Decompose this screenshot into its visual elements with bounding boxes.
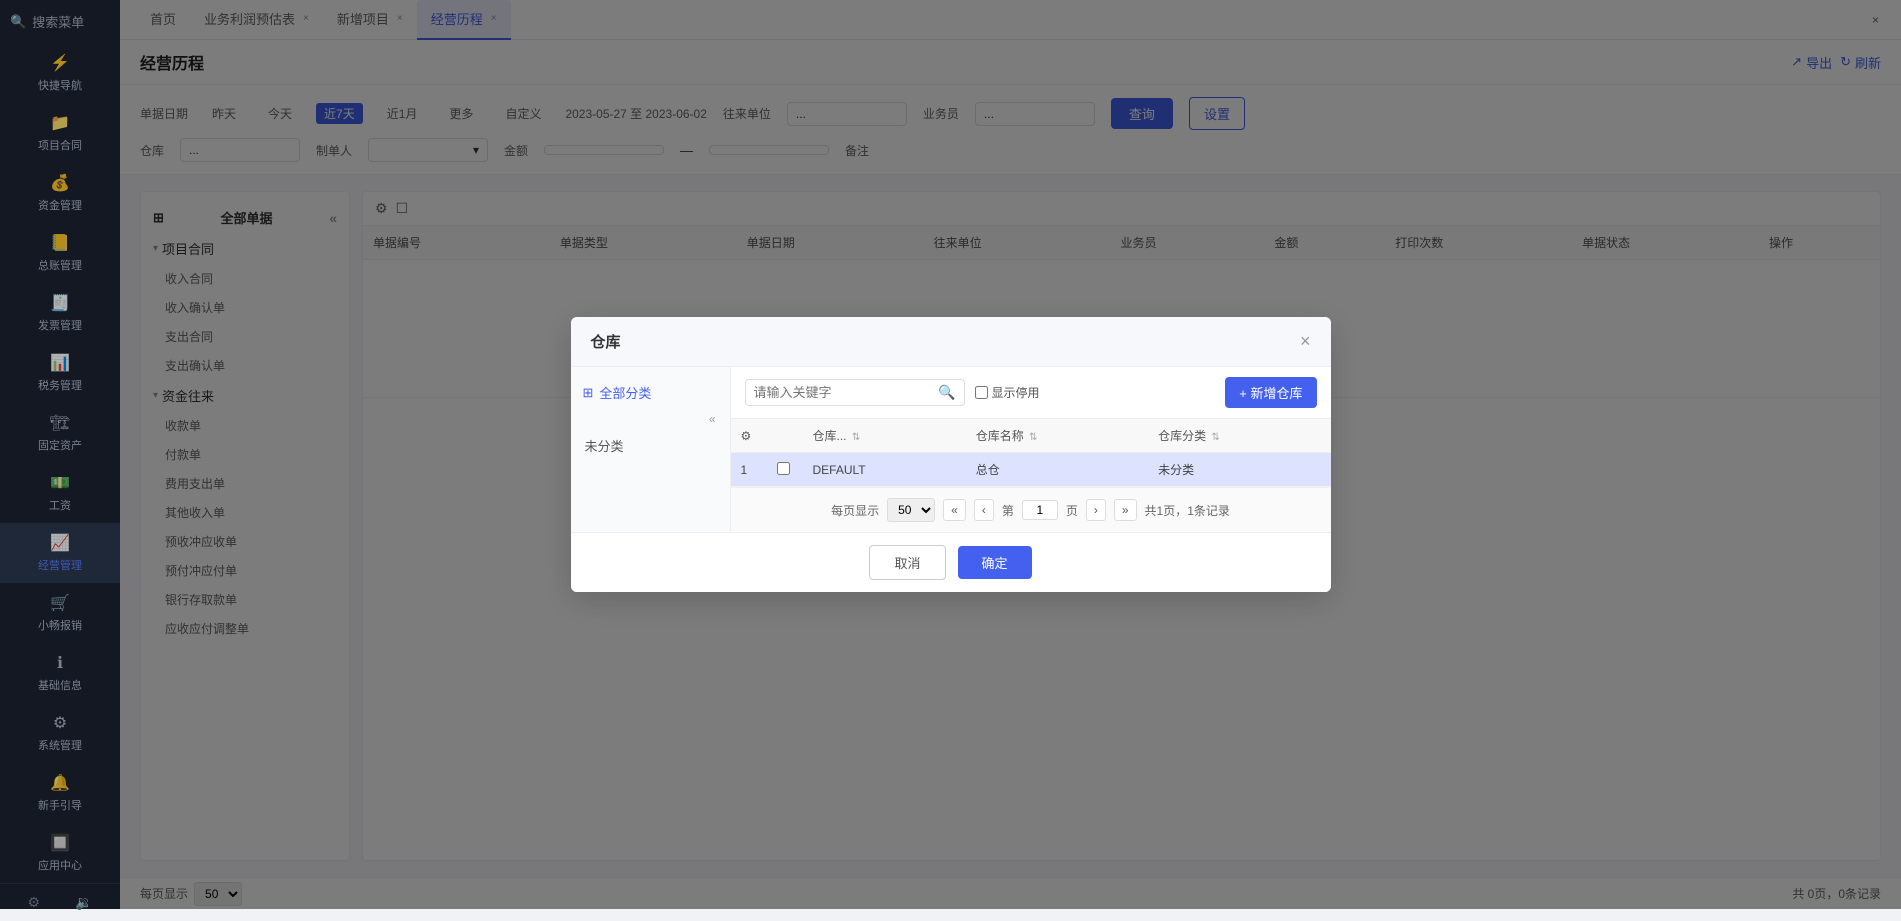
modal-confirm-button[interactable]: 确定 xyxy=(958,546,1032,579)
modal-page-suffix: 页 xyxy=(1066,502,1078,519)
modal-col-settings: ⚙ xyxy=(731,419,767,453)
add-warehouse-button[interactable]: + 新增仓库 xyxy=(1225,377,1316,408)
show-disabled-check[interactable] xyxy=(975,386,988,399)
warehouse-table-row[interactable]: 1 DEFAULT 总仓 未分类 xyxy=(731,453,1331,487)
modal-next-page[interactable]: › xyxy=(1086,499,1106,521)
modal-footer: 取消 确定 xyxy=(571,532,1331,592)
modal-col-category: 仓库分类 ⇅ xyxy=(1148,419,1330,453)
modal-all-categories-label: 全部分类 xyxy=(599,383,651,402)
category-sort-icon: ⇅ xyxy=(1211,432,1219,443)
modal-page-label: 第 xyxy=(1002,502,1014,519)
row-code: DEFAULT xyxy=(803,453,966,487)
modal-right-panel: 🔍 显示停用 + 新增仓库 ⚙ xyxy=(731,367,1331,532)
modal-close-button[interactable]: × xyxy=(1300,331,1311,352)
modal-warehouse-table: ⚙ 仓库... ⇅ 仓库名称 ⇅ 仓库分类 ⇅ xyxy=(731,419,1331,487)
warehouse-search-input[interactable] xyxy=(754,385,939,400)
show-disabled-label: 显示停用 xyxy=(992,384,1040,401)
row-checkbox[interactable] xyxy=(767,453,803,487)
warehouse-modal: 仓库 × ⊞ 全部分类 « 未分类 xyxy=(571,317,1331,592)
modal-left-uncategorized[interactable]: 未分类 xyxy=(571,430,730,461)
modal-prev-page[interactable]: ‹ xyxy=(974,499,994,521)
modal-header: 仓库 × xyxy=(571,317,1331,367)
warehouse-search-box[interactable]: 🔍 xyxy=(745,379,965,406)
show-disabled-checkbox[interactable]: 显示停用 xyxy=(975,384,1040,401)
modal-total-text: 共1页，1条记录 xyxy=(1145,502,1230,519)
modal-per-page-label: 每页显示 xyxy=(831,502,879,519)
modal-col-code: 仓库... ⇅ xyxy=(803,419,966,453)
name-sort-icon: ⇅ xyxy=(1029,432,1037,443)
modal-col-name: 仓库名称 ⇅ xyxy=(966,419,1148,453)
modal-body: ⊞ 全部分类 « 未分类 🔍 xyxy=(571,367,1331,532)
modal-pagination: 每页显示 50 « ‹ 第 页 › » 共1页，1条记录 xyxy=(731,487,1331,532)
modal-overlay: 仓库 × ⊞ 全部分类 « 未分类 xyxy=(0,0,1901,909)
code-sort-icon: ⇅ xyxy=(852,432,860,443)
modal-table-area: ⚙ 仓库... ⇅ 仓库名称 ⇅ 仓库分类 ⇅ xyxy=(731,419,1331,487)
modal-uncategorized-label: 未分类 xyxy=(585,439,624,454)
modal-title: 仓库 xyxy=(591,331,621,352)
row-select-check[interactable] xyxy=(777,462,790,475)
modal-first-page[interactable]: « xyxy=(943,499,966,521)
modal-per-page-select[interactable]: 50 xyxy=(887,498,935,522)
modal-last-page[interactable]: » xyxy=(1114,499,1137,521)
modal-left-panel: ⊞ 全部分类 « 未分类 xyxy=(571,367,731,532)
row-num: 1 xyxy=(731,453,767,487)
row-category: 未分类 xyxy=(1148,453,1330,487)
warehouse-search-icon: 🔍 xyxy=(938,384,955,401)
modal-left-collapse[interactable]: « xyxy=(701,408,724,430)
modal-right-toolbar: 🔍 显示停用 + 新增仓库 xyxy=(731,367,1331,419)
modal-col-checkbox xyxy=(767,419,803,453)
modal-grid-icon: ⊞ xyxy=(583,385,594,401)
modal-page-input[interactable] xyxy=(1022,500,1058,520)
modal-left-header[interactable]: ⊞ 全部分类 xyxy=(571,377,730,408)
row-name: 总仓 xyxy=(966,453,1148,487)
modal-cancel-button[interactable]: 取消 xyxy=(869,545,945,580)
